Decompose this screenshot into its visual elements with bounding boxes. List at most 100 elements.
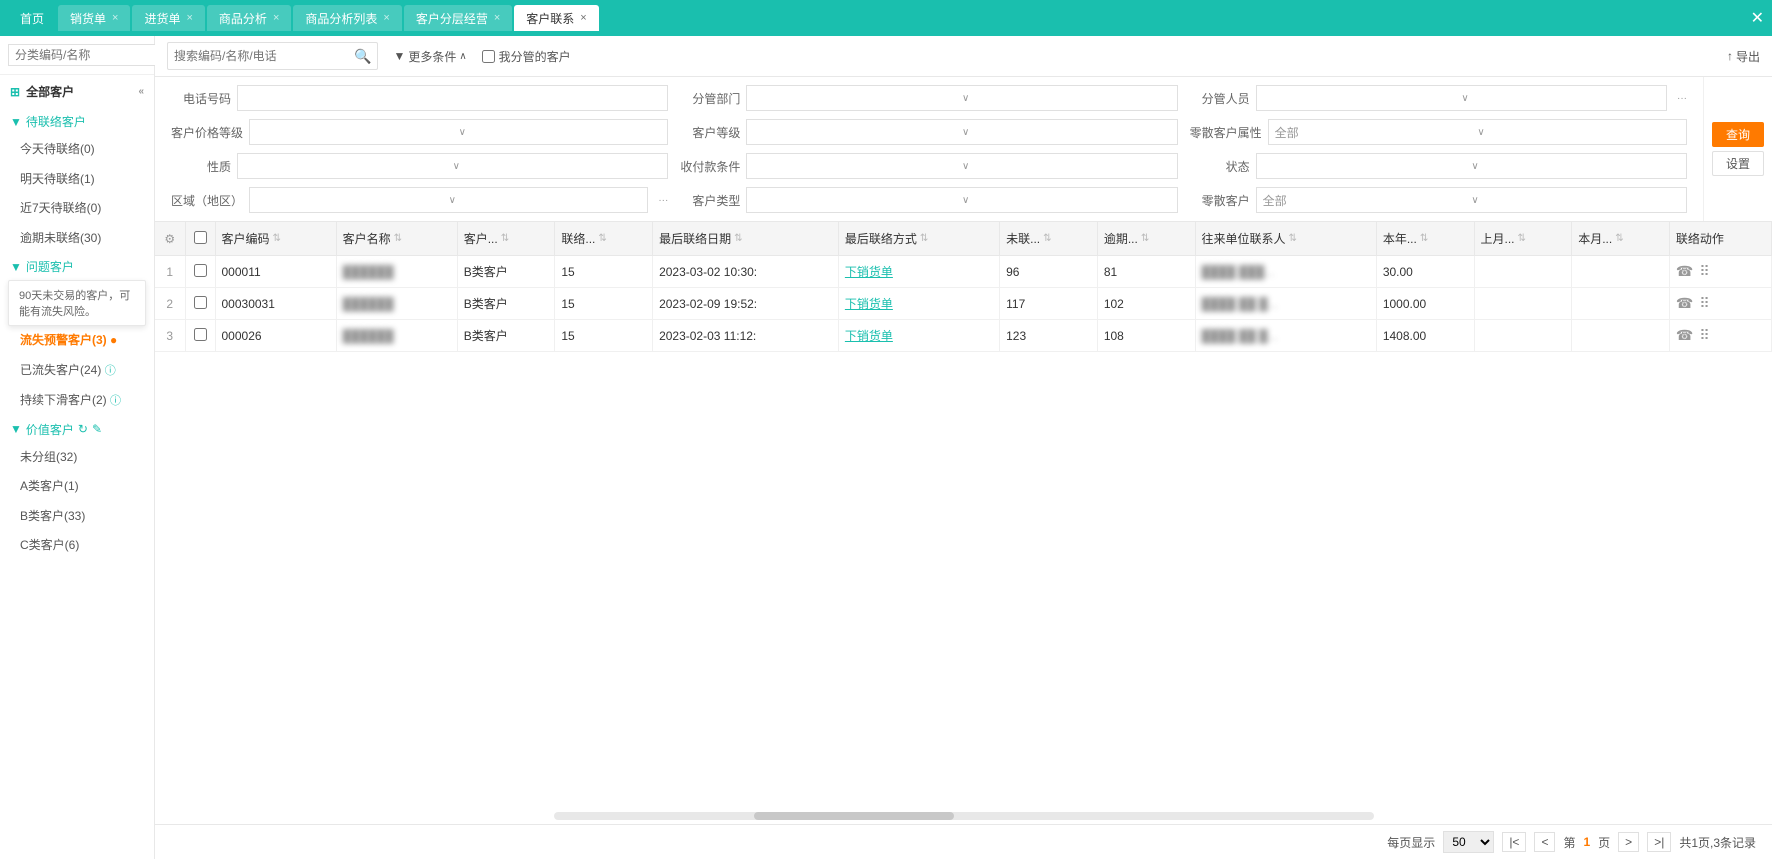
- tab-sales[interactable]: 销货单 ×: [58, 5, 130, 31]
- scrollbar-thumb[interactable]: [754, 812, 954, 820]
- filter-retail-customer-select[interactable]: 全部 ∨: [1256, 187, 1687, 213]
- th-code[interactable]: 客户编码 ⇅: [215, 222, 336, 256]
- th-checkbox[interactable]: [185, 222, 215, 256]
- row-action-more-icon[interactable]: ⠿: [1699, 327, 1709, 344]
- filter-payment-select[interactable]: ∨: [746, 153, 1177, 179]
- tab-customer-layer[interactable]: 客户分层经营 ×: [404, 5, 512, 31]
- tab-customer-layer-close[interactable]: ×: [494, 12, 500, 24]
- last-way-link[interactable]: 下销货单: [845, 265, 893, 279]
- first-page-button[interactable]: |<: [1502, 832, 1526, 852]
- export-button[interactable]: ↑ 导出: [1727, 48, 1760, 65]
- horizontal-scrollbar[interactable]: [155, 808, 1772, 824]
- search-input[interactable]: [174, 49, 354, 63]
- sidebar-all-customers[interactable]: ⊞ 全部客户 «: [0, 75, 154, 108]
- more-filter-label: 更多条件: [408, 48, 456, 65]
- row-num: 3: [155, 320, 185, 352]
- sidebar-item-ungrouped[interactable]: 未分组(32): [0, 443, 154, 473]
- th-this-month[interactable]: 本月... ⇅: [1572, 222, 1670, 256]
- th-last-date[interactable]: 最后联络日期 ⇅: [653, 222, 839, 256]
- tab-analysis-list[interactable]: 商品分析列表 ×: [293, 5, 401, 31]
- per-page-select[interactable]: 50 100: [1443, 831, 1494, 853]
- tab-analysis-list-close[interactable]: ×: [383, 12, 389, 24]
- filter-nature-label: 性质: [171, 158, 231, 175]
- settings-button[interactable]: 设置: [1712, 151, 1764, 176]
- th-name[interactable]: 客户名称 ⇅: [336, 222, 457, 256]
- sidebar-section-value[interactable]: ▼ 价值客户 ↻ ✎: [0, 416, 154, 443]
- select-all-checkbox[interactable]: [194, 231, 207, 244]
- sidebar-item-churn-warning[interactable]: 流失预警客户(3) ●: [0, 326, 154, 356]
- row-action-more-icon[interactable]: ⠿: [1699, 295, 1709, 312]
- th-contact[interactable]: 联络... ⇅: [555, 222, 653, 256]
- row-checkbox-cell: [185, 320, 215, 352]
- search-submit-icon[interactable]: 🔍: [354, 48, 371, 65]
- row-type: B类客户: [457, 288, 555, 320]
- filter-region-label: 区域（地区）: [171, 192, 243, 209]
- filter-region-select[interactable]: ∨: [249, 187, 648, 213]
- th-this-year[interactable]: 本年... ⇅: [1376, 222, 1474, 256]
- tab-home[interactable]: 首页: [8, 5, 56, 31]
- filter-region: 区域（地区） ∨ ···: [171, 187, 668, 213]
- sidebar-section-problem[interactable]: ▼ 问题客户: [0, 253, 154, 280]
- filter-price-level-select[interactable]: ∨: [249, 119, 668, 145]
- filter-retail-attr-select[interactable]: 全部 ∨: [1268, 119, 1687, 145]
- th-last-way[interactable]: 最后联络方式 ⇅: [838, 222, 999, 256]
- filter-phone-input[interactable]: [237, 85, 668, 111]
- window-close-button[interactable]: ✕: [1751, 8, 1764, 28]
- sidebar-item-churned[interactable]: 已流失客户(24) ⓘ: [0, 356, 154, 386]
- sidebar-item-today[interactable]: 今天待联络(0): [0, 135, 154, 165]
- filter-dept-select[interactable]: ∨: [746, 85, 1177, 111]
- th-type[interactable]: 客户... ⇅: [457, 222, 555, 256]
- last-way-link[interactable]: 下销货单: [845, 297, 893, 311]
- tab-analysis[interactable]: 商品分析 ×: [207, 5, 291, 31]
- tab-sales-close[interactable]: ×: [112, 12, 118, 24]
- row-checkbox[interactable]: [194, 296, 207, 309]
- row-checkbox[interactable]: [194, 328, 207, 341]
- row-action-phone-icon[interactable]: ☎: [1676, 263, 1693, 280]
- tab-customer-contact-close[interactable]: ×: [580, 12, 586, 24]
- more-filter-button[interactable]: ▼ 更多条件 ∧: [386, 44, 473, 69]
- filter-manager-arrow-icon: ∨: [1461, 93, 1660, 104]
- sidebar-item-overdue[interactable]: 逾期未联络(30): [0, 224, 154, 254]
- filter-nature-select[interactable]: ∨: [237, 153, 668, 179]
- th-no-contact[interactable]: 未联... ⇅: [1000, 222, 1098, 256]
- sidebar-item-class-a[interactable]: A类客户(1): [0, 472, 154, 502]
- th-unit-contact[interactable]: 往来单位联系人 ⇅: [1195, 222, 1376, 256]
- query-button[interactable]: 查询: [1712, 122, 1764, 147]
- sidebar-section-pending[interactable]: ▼ 待联络客户: [0, 108, 154, 135]
- row-action-phone-icon[interactable]: ☎: [1676, 327, 1693, 344]
- row-action-more-icon[interactable]: ⠿: [1699, 263, 1709, 280]
- prev-page-button[interactable]: <: [1534, 832, 1555, 852]
- filter-manager-select[interactable]: ∨: [1256, 85, 1667, 111]
- last-way-link[interactable]: 下销货单: [845, 329, 893, 343]
- section-value-arrow-icon: ▼: [10, 422, 22, 436]
- sidebar-item-tomorrow[interactable]: 明天待联络(1): [0, 165, 154, 195]
- my-customers-checkbox[interactable]: [482, 50, 495, 63]
- row-checkbox[interactable]: [194, 264, 207, 277]
- tab-customer-contact[interactable]: 客户联系 ×: [514, 5, 598, 31]
- tab-sales-label: 销货单: [70, 10, 106, 27]
- filter-customer-level-select[interactable]: ∨: [746, 119, 1177, 145]
- row-action-phone-icon[interactable]: ☎: [1676, 295, 1693, 312]
- filter-customer-type-select[interactable]: ∨: [746, 187, 1177, 213]
- filter-status-select[interactable]: ∨: [1256, 153, 1687, 179]
- sidebar-item-7days[interactable]: 近7天待联络(0): [0, 194, 154, 224]
- sidebar-item-class-b[interactable]: B类客户(33): [0, 502, 154, 532]
- filter-region-more[interactable]: ···: [658, 195, 668, 206]
- sidebar-item-class-c[interactable]: C类客户(6): [0, 531, 154, 561]
- filter-status-arrow-icon: ∨: [1471, 161, 1680, 172]
- filter-manager-more[interactable]: ···: [1677, 93, 1687, 104]
- value-refresh-icon[interactable]: ↻: [78, 422, 88, 436]
- th-overdue[interactable]: 逾期... ⇅: [1097, 222, 1195, 256]
- sidebar: 🔍 ⊞ 全部客户 « ▼ 待联络客户 今天待联络(0) 明天待联络(1) 近7天…: [0, 36, 155, 859]
- tab-purchase[interactable]: 进货单 ×: [132, 5, 204, 31]
- sidebar-item-declining[interactable]: 持续下滑客户(2) ⓘ: [0, 386, 154, 416]
- th-last-month[interactable]: 上月... ⇅: [1474, 222, 1572, 256]
- page-unit-label: 页: [1598, 834, 1610, 851]
- last-page-button[interactable]: >|: [1647, 832, 1671, 852]
- tab-purchase-close[interactable]: ×: [186, 12, 192, 24]
- value-edit-icon[interactable]: ✎: [92, 422, 102, 436]
- category-search-input[interactable]: [8, 44, 177, 66]
- tab-analysis-close[interactable]: ×: [273, 12, 279, 24]
- th-settings[interactable]: ⚙: [155, 222, 185, 256]
- next-page-button[interactable]: >: [1618, 832, 1639, 852]
